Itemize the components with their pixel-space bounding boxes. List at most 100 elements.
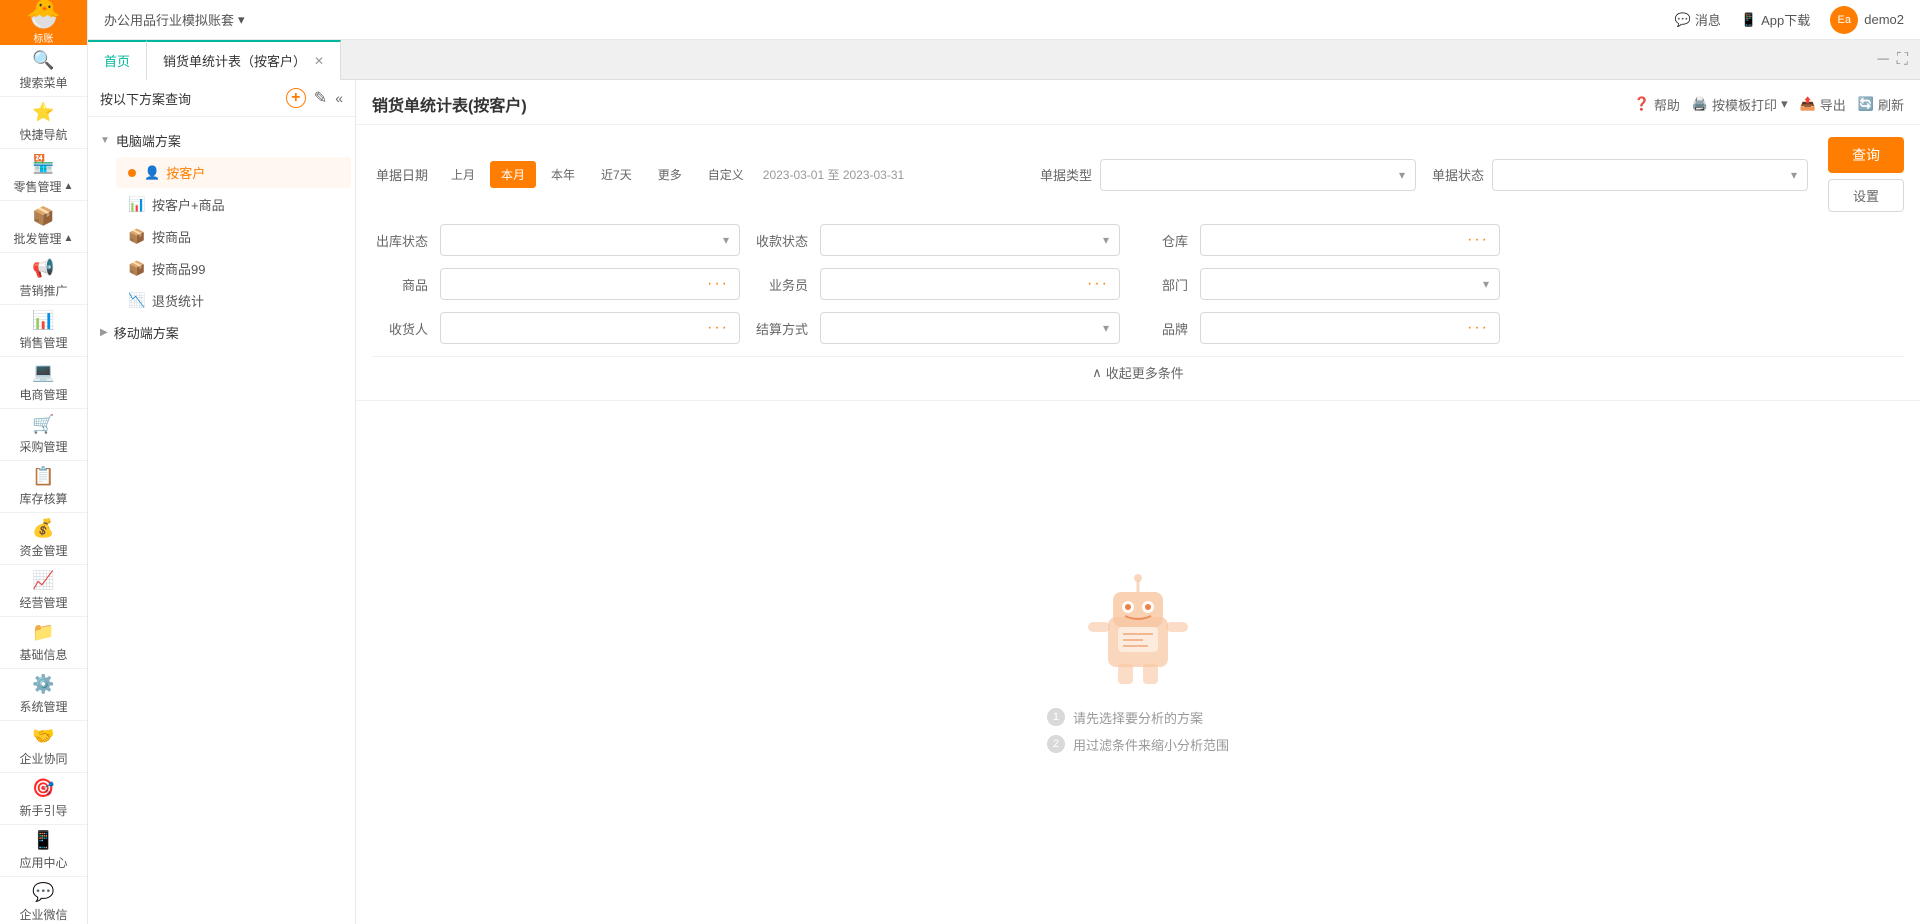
sidebar-item-enterprise[interactable]: 🤝 企业协同 (0, 721, 88, 773)
tab-home[interactable]: 首页 (88, 40, 147, 80)
settings-button[interactable]: 设置 (1828, 179, 1904, 212)
tip-2-text: 用过滤条件来缩小分析范围 (1073, 735, 1229, 754)
date-btn-this-month[interactable]: 本月 (490, 161, 536, 188)
scheme-tree: ▼ 电脑端方案 👤 按客户 📊 按客户+商品 (88, 117, 355, 356)
message-label: 消息 (1695, 10, 1721, 29)
staff-select[interactable]: ··· (820, 268, 1120, 300)
sidebar-item-system[interactable]: ⚙️ 系统管理 (0, 669, 88, 721)
help-icon: ❓ (1634, 96, 1650, 112)
user-menu[interactable]: Ea demo2 (1830, 6, 1904, 34)
sidebar-item-wholesale[interactable]: 📦 批发管理 ▲ (0, 201, 88, 253)
refresh-icon: 🔄 (1858, 96, 1874, 112)
tree-group-desktop: ▼ 电脑端方案 👤 按客户 📊 按客户+商品 (88, 125, 355, 316)
newguide-icon: 🎯 (32, 778, 54, 799)
refresh-button[interactable]: 🔄 刷新 (1858, 95, 1904, 114)
out-status-select[interactable]: ▾ (440, 224, 740, 256)
staff-dots: ··· (1087, 275, 1109, 293)
goods-dots: ··· (707, 275, 729, 293)
export-label: 导出 (1820, 95, 1846, 114)
query-button[interactable]: 查询 (1828, 137, 1904, 173)
date-btn-this-year[interactable]: 本年 (540, 161, 586, 188)
date-btn-last-7days[interactable]: 近7天 (590, 161, 643, 188)
date-btn-custom[interactable]: 自定义 (697, 161, 755, 188)
sidebar-item-label: 新手引导 (19, 802, 67, 819)
brand-label: 品牌 (1132, 319, 1188, 338)
sidebar-item-purchase[interactable]: 🛒 采购管理 (0, 409, 88, 461)
tree-group-mobile-label[interactable]: ▶ 移动端方案 (88, 317, 355, 348)
print-label: 按模板打印 (1712, 95, 1777, 114)
user-name: demo2 (1864, 12, 1904, 27)
sidebar-item-marketing[interactable]: 📢 营销推广 (0, 253, 88, 305)
tree-group-mobile: ▶ 移动端方案 (88, 317, 355, 348)
app-title: 办公用品行业模拟账套 (104, 10, 234, 29)
tab-sales-stat[interactable]: 销货单统计表（按客户） ✕ (147, 40, 341, 80)
wechat-icon: 💬 (32, 882, 54, 903)
scheme-edit-icon[interactable]: ✎ (314, 88, 327, 108)
tree-item-refund-stat[interactable]: 📉 退货统计 (116, 285, 351, 316)
date-btn-last-month[interactable]: 上月 (440, 161, 486, 188)
doc-status-select[interactable]: ▾ (1492, 159, 1808, 191)
operation-icon: 📈 (32, 570, 54, 591)
doc-type-select[interactable]: ▾ (1100, 159, 1416, 191)
tree-group-name: 移动端方案 (114, 323, 179, 342)
sidebar-item-wechat[interactable]: 💬 企业微信 (0, 877, 88, 924)
filter-area: 单据日期 上月 本月 本年 近7天 更多 自定义 2023-03-01 至 20… (356, 125, 1920, 401)
sidebar-item-retail[interactable]: 🏪 零售管理 ▲ (0, 149, 88, 201)
sidebar-item-label: 系统管理 (19, 698, 67, 715)
content-right: 销货单统计表(按客户) ❓ 帮助 🖨️ 按模板打印 ▾ 📤 导出 (356, 80, 1920, 924)
goods-select[interactable]: ··· (440, 268, 740, 300)
tree-item-by-goods[interactable]: 📦 按商品 (116, 221, 351, 252)
message-button[interactable]: 💬 消息 (1675, 10, 1721, 29)
tree-item-label: 按商品99 (152, 259, 205, 278)
receiver-select[interactable]: ··· (440, 312, 740, 344)
sales-icon: 📊 (32, 310, 54, 331)
logo-text: 标账 (34, 30, 54, 45)
tree-group-desktop-label[interactable]: ▼ 电脑端方案 (88, 125, 355, 156)
sidebar-item-quicknav[interactable]: ⭐ 快捷导航 (0, 97, 88, 149)
warehouse-select[interactable]: ··· (1200, 224, 1500, 256)
sidebar-item-basic[interactable]: 📁 基础信息 (0, 617, 88, 669)
collect-status-select[interactable]: ▾ (820, 224, 1120, 256)
system-icon: ⚙️ (32, 674, 54, 695)
tab-minimize-icon[interactable]: ─ (1877, 51, 1888, 69)
help-button[interactable]: ❓ 帮助 (1634, 95, 1680, 114)
sidebar-item-finance[interactable]: 💰 资金管理 (0, 513, 88, 565)
sidebar-item-search[interactable]: 🔍 搜索菜单 (0, 45, 88, 97)
print-dropdown-icon: ▾ (1781, 96, 1788, 112)
sidebar-item-inventory[interactable]: 📋 库存核算 (0, 461, 88, 513)
inventory-icon: 📋 (32, 466, 54, 487)
sidebar-item-sales[interactable]: 📊 销售管理 (0, 305, 88, 357)
wholesale-icon: 📦 (32, 206, 54, 227)
app-logo[interactable]: 🐣 标账 (0, 0, 88, 45)
date-btn-more[interactable]: 更多 (647, 161, 693, 188)
tree-item-by-goods99[interactable]: 📦 按商品99 (116, 253, 351, 284)
sidebar-item-appcenter[interactable]: 📱 应用中心 (0, 825, 88, 877)
tree-item-by-customer[interactable]: 👤 按客户 (116, 157, 351, 188)
sidebar-item-operation[interactable]: 📈 经营管理 (0, 565, 88, 617)
ecommerce-icon: 💻 (32, 362, 54, 383)
dept-select[interactable]: ▾ (1200, 268, 1500, 300)
date-range-text: 2023-03-01 至 2023-03-31 (763, 166, 904, 183)
settle-select[interactable]: ▾ (820, 312, 1120, 344)
brand-dots: ··· (1467, 319, 1489, 337)
app-download-button[interactable]: 📱 App下载 (1741, 10, 1810, 29)
sidebar-item-label: 采购管理 (19, 438, 67, 455)
brand-select[interactable]: ··· (1200, 312, 1500, 344)
sidebar-item-ecommerce[interactable]: 💻 电商管理 (0, 357, 88, 409)
print-button[interactable]: 🖨️ 按模板打印 ▾ (1692, 95, 1788, 114)
collapse-more-button[interactable]: ∧ 收起更多条件 (372, 356, 1904, 388)
sidebar-item-newguide[interactable]: 🎯 新手引导 (0, 773, 88, 825)
tab-close-icon[interactable]: ✕ (314, 54, 324, 68)
sidebar-item-label: 销售管理 (19, 334, 67, 351)
tree-expand-icon: ▶ (100, 327, 108, 338)
app-title-dropdown[interactable]: 办公用品行业模拟账套 ▾ (104, 10, 245, 29)
export-button[interactable]: 📤 导出 (1800, 95, 1846, 114)
scheme-header: 按以下方案查询 + ✎ « (88, 80, 355, 117)
out-status-label: 出库状态 (372, 231, 428, 250)
scheme-add-icon[interactable]: + (286, 88, 306, 108)
tab-maximize-icon[interactable]: ⛶ (1897, 51, 1908, 69)
scheme-collapse-icon[interactable]: « (335, 90, 343, 106)
tree-item-by-customer-goods[interactable]: 📊 按客户+商品 (116, 189, 351, 220)
export-icon: 📤 (1800, 96, 1816, 112)
sidebar-item-label: 资金管理 (19, 542, 67, 559)
